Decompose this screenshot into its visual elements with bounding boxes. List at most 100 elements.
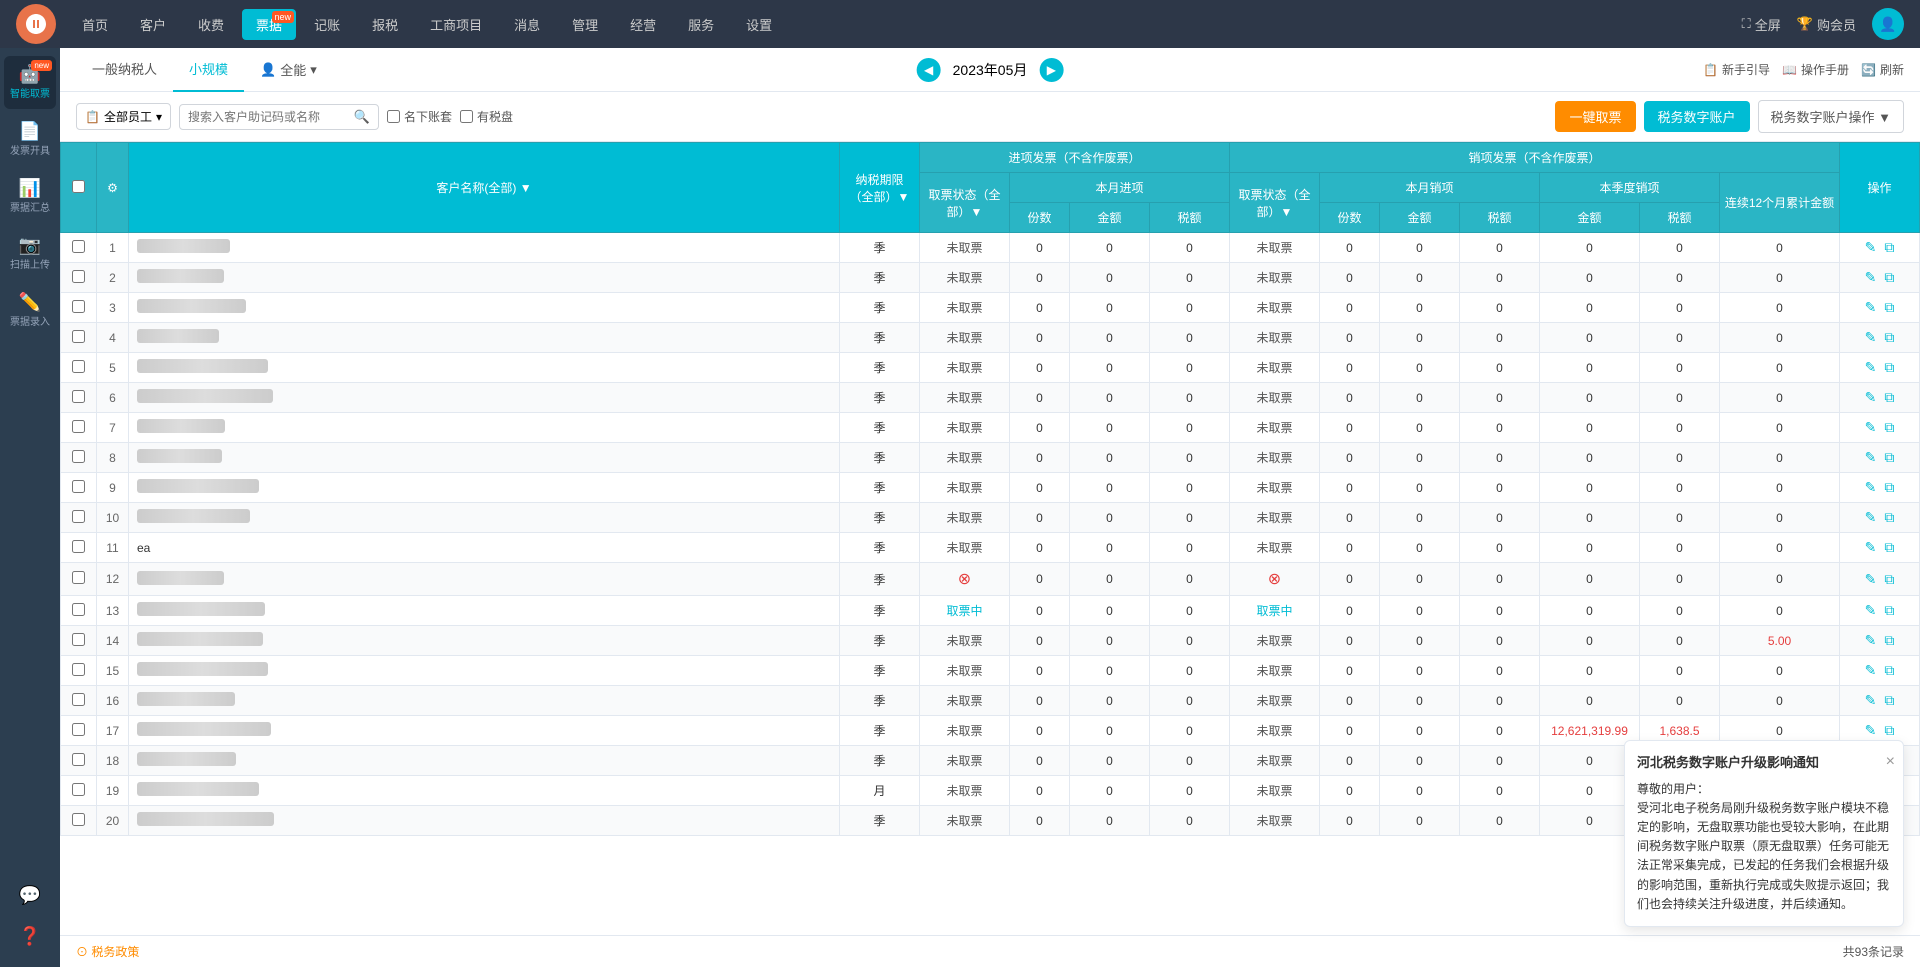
edit-icon[interactable]: ✎ (1865, 359, 1877, 376)
has-taxpad-checkbox[interactable]: 有税盘 (460, 108, 513, 125)
copy-icon[interactable]: ⧉ (1884, 632, 1894, 649)
tax-period-cell: 季 (840, 596, 920, 626)
tax-policy-link[interactable]: ⊙ 税务政策 (76, 943, 139, 960)
config-icon[interactable]: ⚙ (107, 181, 118, 195)
copy-icon[interactable]: ⧉ (1884, 269, 1894, 286)
tab-all[interactable]: 👤 全能 ▾ (244, 52, 333, 87)
sidebar-item-invoice-summary[interactable]: 📊 票据汇总 (4, 170, 56, 223)
copy-icon[interactable]: ⧉ (1884, 571, 1894, 588)
th-client-name: 客户名称(全部) ▼ (129, 143, 840, 233)
new-guide-btn[interactable]: 📋 新手引导 (1703, 61, 1770, 78)
user-avatar[interactable]: 👤 (1872, 8, 1904, 40)
search-icon[interactable]: 🔍 (354, 109, 370, 125)
nav-accounting[interactable]: 记账 (300, 9, 354, 40)
nav-client[interactable]: 客户 (126, 9, 180, 40)
out-status-cell: 未取票 (1230, 293, 1320, 323)
nav-business[interactable]: 工商项目 (416, 9, 496, 40)
sidebar-item-invoice-entry[interactable]: ✏️ 票据录入 (4, 284, 56, 337)
edit-icon[interactable]: ✎ (1865, 389, 1877, 406)
action-cell: ✎ ⧉ (1840, 596, 1920, 626)
row-number: 16 (97, 686, 129, 716)
tax-digital-operation-btn[interactable]: 税务数字账户操作 ▼ (1758, 100, 1904, 133)
out-tax-cell: 0 (1460, 563, 1540, 596)
out-status-cell: 未取票 (1230, 656, 1320, 686)
th-out-amount: 金额 (1380, 203, 1460, 233)
date-next-btn[interactable]: ▶ (1039, 58, 1063, 82)
copy-icon[interactable]: ⧉ (1884, 692, 1894, 709)
nav-fee[interactable]: 收费 (184, 9, 238, 40)
tab-small-scale[interactable]: 小规模 (173, 48, 244, 92)
th-tax-period: 纳税期限（全部）▼ (840, 143, 920, 233)
sidebar-item-smart-ticket[interactable]: 🤖 智能取票 new (4, 56, 56, 109)
copy-icon[interactable]: ⧉ (1884, 359, 1894, 376)
edit-icon[interactable]: ✎ (1865, 299, 1877, 316)
copy-icon[interactable]: ⧉ (1884, 239, 1894, 256)
edit-icon[interactable]: ✎ (1865, 539, 1877, 556)
sidebar-item-scan-upload[interactable]: 📷 扫描上传 (4, 227, 56, 280)
edit-icon[interactable]: ✎ (1865, 449, 1877, 466)
edit-icon[interactable]: ✎ (1865, 692, 1877, 709)
nav-manage[interactable]: 管理 (558, 9, 612, 40)
in-shares-cell: 0 (1010, 596, 1070, 626)
edit-icon[interactable]: ✎ (1865, 269, 1877, 286)
sidebar-badge-new: new (31, 60, 52, 71)
edit-icon[interactable]: ✎ (1865, 662, 1877, 679)
vip-btn[interactable]: 🏆 购会员 (1797, 15, 1856, 34)
under-account-checkbox[interactable]: 名下账套 (387, 108, 452, 125)
copy-icon[interactable]: ⧉ (1884, 299, 1894, 316)
nav-tax[interactable]: 报税 (358, 9, 412, 40)
copy-icon[interactable]: ⧉ (1884, 602, 1894, 619)
tab-general-taxpayer[interactable]: 一般纳税人 (76, 48, 173, 92)
edit-icon[interactable]: ✎ (1865, 509, 1877, 526)
nav-home[interactable]: 首页 (68, 9, 122, 40)
tax-digital-account-btn[interactable]: 税务数字账户 (1644, 101, 1750, 132)
sidebar-item-invoice-issue[interactable]: 📄 发票开具 (4, 113, 56, 166)
in-shares-cell: 0 (1010, 413, 1070, 443)
manual-btn[interactable]: 📖 操作手册 (1782, 61, 1849, 78)
app-logo[interactable] (16, 4, 56, 44)
edit-icon[interactable]: ✎ (1865, 602, 1877, 619)
one-click-ticket-btn[interactable]: 一键取票 (1555, 101, 1635, 132)
edit-icon[interactable]: ✎ (1865, 571, 1877, 588)
nav-ticket[interactable]: 票据 new (242, 9, 296, 40)
copy-icon[interactable]: ⧉ (1884, 449, 1894, 466)
refresh-btn[interactable]: 🔄 刷新 (1861, 61, 1904, 78)
date-prev-btn[interactable]: ◀ (917, 58, 941, 82)
fullscreen-btn[interactable]: ⛶ 全屏 (1742, 15, 1781, 34)
edit-icon[interactable]: ✎ (1865, 329, 1877, 346)
th-out-invoice-group: 销项发票（不含作废票） (1230, 143, 1840, 173)
edit-icon[interactable]: ✎ (1865, 239, 1877, 256)
copy-icon[interactable]: ⧉ (1884, 539, 1894, 556)
out-shares-cell: 0 (1320, 293, 1380, 323)
nav-service[interactable]: 服务 (674, 9, 728, 40)
client-name-cell (129, 233, 840, 263)
copy-icon[interactable]: ⧉ (1884, 419, 1894, 436)
copy-icon[interactable]: ⧉ (1884, 389, 1894, 406)
edit-icon[interactable]: ✎ (1865, 722, 1877, 739)
select-all-checkbox[interactable] (72, 180, 85, 193)
in-amount-cell: 0 (1070, 473, 1150, 503)
copy-icon[interactable]: ⧉ (1884, 662, 1894, 679)
edit-icon[interactable]: ✎ (1865, 479, 1877, 496)
out-status-cell: 未取票 (1230, 353, 1320, 383)
employee-filter[interactable]: 📋 全部员工 ▾ (76, 103, 171, 130)
out-shares-cell: 0 (1320, 533, 1380, 563)
sidebar-help[interactable]: ❓ (4, 918, 56, 955)
fullscreen-icon: ⛶ (1742, 16, 1751, 32)
copy-icon[interactable]: ⧉ (1884, 509, 1894, 526)
notification-close-btn[interactable]: × (1886, 749, 1895, 775)
copy-icon[interactable]: ⧉ (1884, 329, 1894, 346)
quarter-tax-cell: 0 (1640, 323, 1720, 353)
nav-settings[interactable]: 设置 (732, 9, 786, 40)
in-status-cell: 未取票 (920, 443, 1010, 473)
sidebar-chat[interactable]: 💬 (4, 877, 56, 914)
copy-icon[interactable]: ⧉ (1884, 479, 1894, 496)
nav-operation[interactable]: 经营 (616, 9, 670, 40)
edit-icon[interactable]: ✎ (1865, 419, 1877, 436)
nav-message[interactable]: 消息 (500, 9, 554, 40)
th-out-shares: 份数 (1320, 203, 1380, 233)
search-input[interactable] (188, 110, 350, 124)
edit-icon[interactable]: ✎ (1865, 632, 1877, 649)
out-amount-cell: 0 (1380, 626, 1460, 656)
copy-icon[interactable]: ⧉ (1884, 722, 1894, 739)
